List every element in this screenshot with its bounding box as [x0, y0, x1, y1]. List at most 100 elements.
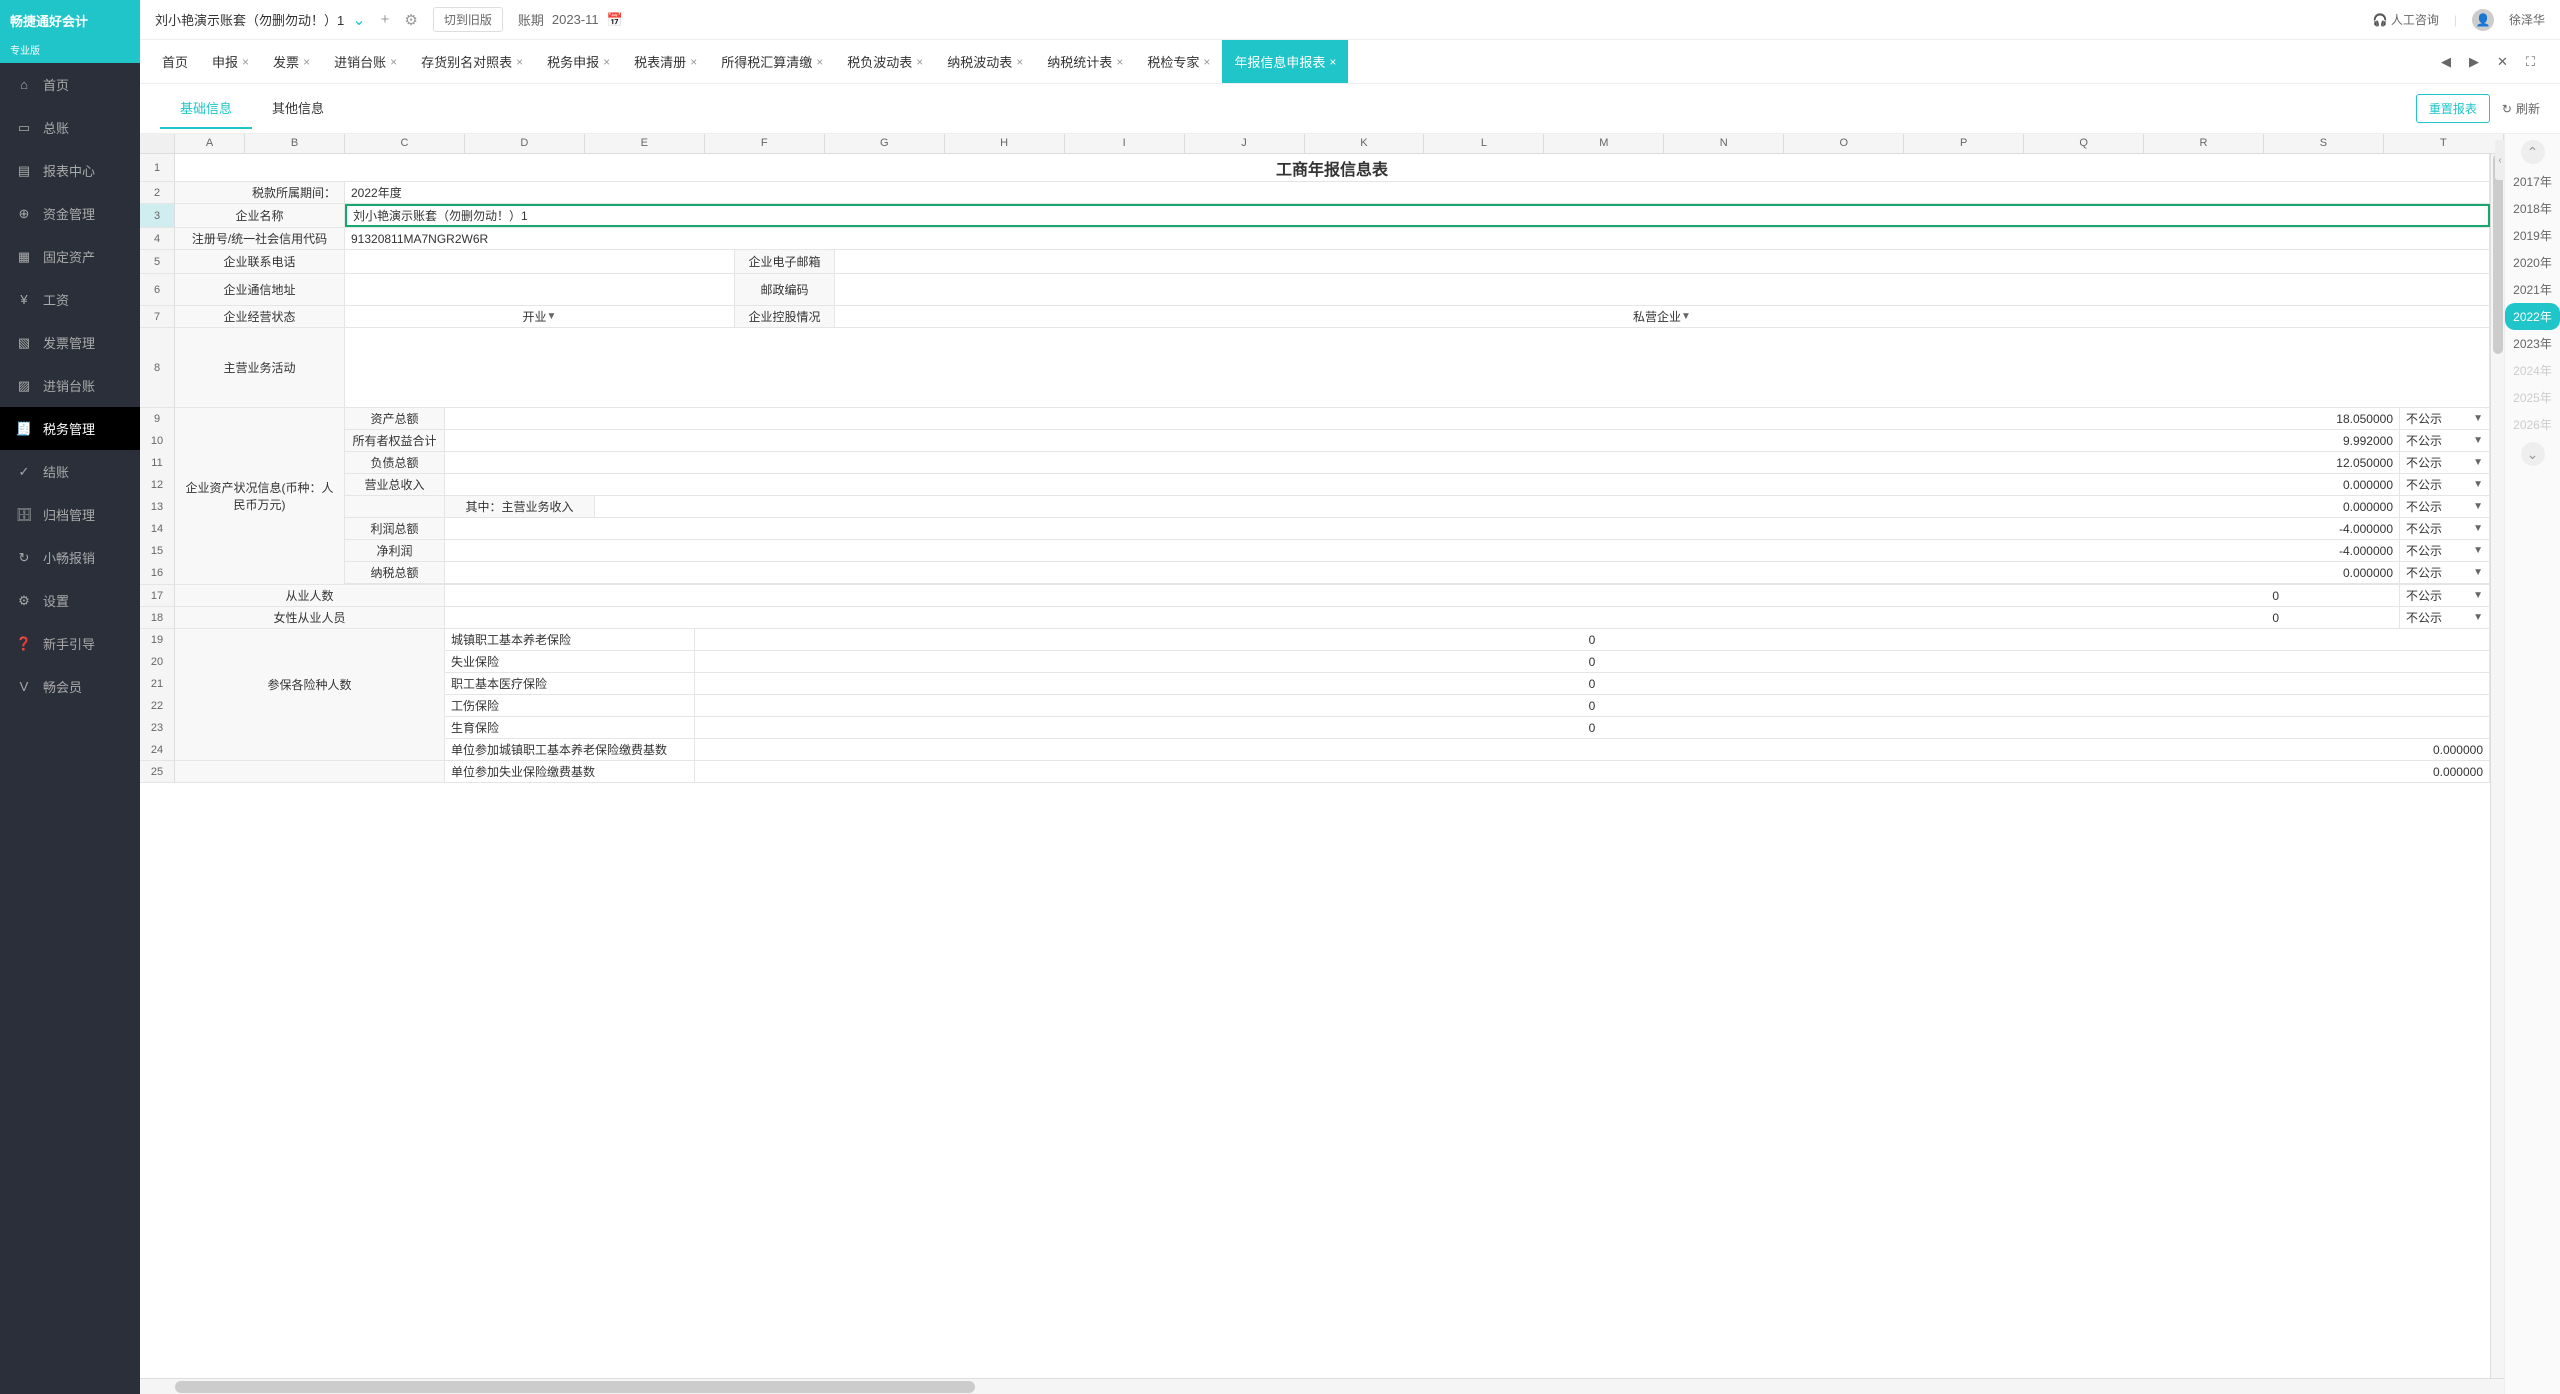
close-icon[interactable]: ×	[816, 55, 823, 69]
value-cell[interactable]: 18.050000	[445, 408, 2400, 429]
row-header[interactable]: 13	[140, 496, 175, 518]
plus-icon[interactable]: +	[381, 11, 390, 28]
row-header[interactable]: 3	[140, 204, 175, 227]
tab-2[interactable]: 发票×	[261, 40, 322, 84]
tab-12[interactable]: 年报信息申报表×	[1222, 40, 1348, 84]
year-down-button[interactable]: ⌄	[2521, 442, 2545, 466]
value-cell[interactable]: 0	[695, 673, 2490, 694]
nav-item-5[interactable]: ¥工资	[0, 278, 140, 321]
col-header[interactable]: E	[585, 134, 705, 153]
close-icon[interactable]: ×	[690, 55, 697, 69]
tab-4[interactable]: 存货别名对照表×	[409, 40, 535, 84]
row-header[interactable]: 19	[140, 629, 175, 651]
support-link[interactable]: 🎧 人工咨询	[2373, 11, 2439, 28]
spreadsheet-body[interactable]: 1 工商年报信息表 2 税款所属期间：2022年度 3 企业名称刘小艳演示账套（…	[140, 154, 2490, 1378]
year-item[interactable]: 2018年	[2505, 195, 2560, 222]
col-header[interactable]: P	[1904, 134, 2024, 153]
row-header[interactable]: 14	[140, 518, 175, 540]
row-header[interactable]: 16	[140, 562, 175, 584]
row-header[interactable]: 2	[140, 182, 175, 203]
row-header[interactable]: 22	[140, 695, 175, 717]
nav-item-3[interactable]: ⊕资金管理	[0, 192, 140, 235]
row-header[interactable]: 7	[140, 306, 175, 327]
publicity-dropdown[interactable]: 不公示▼	[2400, 518, 2490, 539]
sub-tab-1[interactable]: 其他信息	[252, 88, 344, 129]
value-cell[interactable]	[835, 250, 2490, 273]
value-cell[interactable]: 0.000000	[445, 562, 2400, 583]
value-cell[interactable]: 0	[445, 607, 2400, 628]
close-icon[interactable]: ×	[303, 55, 310, 69]
tab-next-button[interactable]: ▶	[2464, 52, 2484, 72]
col-header[interactable]: L	[1424, 134, 1544, 153]
close-icon[interactable]: ×	[1016, 55, 1023, 69]
close-icon[interactable]: ×	[1116, 55, 1123, 69]
publicity-dropdown[interactable]: 不公示▼	[2400, 607, 2490, 628]
row-header[interactable]: 18	[140, 607, 175, 628]
row-header[interactable]: 11	[140, 452, 175, 474]
row-header[interactable]: 20	[140, 651, 175, 673]
row-header[interactable]: 21	[140, 673, 175, 695]
nav-item-6[interactable]: ▧发票管理	[0, 321, 140, 364]
nav-item-9[interactable]: ✓结账	[0, 450, 140, 493]
value-cell[interactable]: 0	[695, 717, 2490, 738]
row-header[interactable]: 1	[140, 154, 175, 181]
close-icon[interactable]: ×	[1329, 55, 1336, 69]
value-cell[interactable]: 0.000000	[445, 474, 2400, 495]
value-cell[interactable]: 0	[445, 585, 2400, 606]
tab-3[interactable]: 进销台账×	[322, 40, 409, 84]
year-item[interactable]: 2020年	[2505, 249, 2560, 276]
nav-item-1[interactable]: ▭总账	[0, 106, 140, 149]
row-header[interactable]: 25	[140, 761, 175, 782]
close-icon[interactable]: ×	[242, 55, 249, 69]
col-header[interactable]: M	[1544, 134, 1664, 153]
nav-item-10[interactable]: 🗄归档管理	[0, 493, 140, 536]
sub-tab-0[interactable]: 基础信息	[160, 88, 252, 129]
close-icon[interactable]: ×	[516, 55, 523, 69]
username[interactable]: 徐泽华	[2509, 11, 2545, 28]
publicity-dropdown[interactable]: 不公示▼	[2400, 496, 2490, 517]
publicity-dropdown[interactable]: 不公示▼	[2400, 408, 2490, 429]
year-item[interactable]: 2021年	[2505, 276, 2560, 303]
row-header[interactable]: 9	[140, 408, 175, 430]
year-item[interactable]: 2019年	[2505, 222, 2560, 249]
tab-11[interactable]: 税检专家×	[1135, 40, 1222, 84]
nav-item-2[interactable]: ▤报表中心	[0, 149, 140, 192]
row-header[interactable]: 15	[140, 540, 175, 562]
value-cell[interactable]	[345, 328, 2490, 407]
publicity-dropdown[interactable]: 不公示▼	[2400, 585, 2490, 606]
row-header[interactable]: 6	[140, 274, 175, 305]
tab-0[interactable]: 首页	[150, 40, 200, 84]
value-cell[interactable]: 0.000000	[595, 496, 2400, 517]
col-header[interactable]: G	[825, 134, 945, 153]
nav-item-8[interactable]: 🧾税务管理	[0, 407, 140, 450]
col-header[interactable]: C	[345, 134, 465, 153]
col-header[interactable]: S	[2264, 134, 2384, 153]
close-icon[interactable]: ×	[390, 55, 397, 69]
reset-button[interactable]: 重置报表	[2416, 94, 2490, 123]
col-header[interactable]: R	[2144, 134, 2264, 153]
value-cell[interactable]: 9.992000	[445, 430, 2400, 451]
fullscreen-button[interactable]: ⛶	[2521, 52, 2540, 72]
col-header[interactable]: N	[1664, 134, 1784, 153]
value-cell[interactable]: 0	[695, 695, 2490, 716]
col-header[interactable]: J	[1185, 134, 1305, 153]
year-up-button[interactable]: ⌃	[2521, 140, 2545, 164]
value-cell[interactable]: 91320811MA7NGR2W6R	[345, 228, 2490, 249]
horizontal-scrollbar[interactable]	[140, 1378, 2504, 1394]
value-cell[interactable]: -4.000000	[445, 518, 2400, 539]
tab-1[interactable]: 申报×	[200, 40, 261, 84]
panel-toggle[interactable]: ‹	[2495, 140, 2505, 180]
value-cell[interactable]	[345, 274, 735, 305]
col-header[interactable]: O	[1784, 134, 1904, 153]
year-item[interactable]: 2022年	[2505, 303, 2560, 330]
close-icon[interactable]: ×	[1203, 55, 1210, 69]
col-header[interactable]: F	[705, 134, 825, 153]
close-icon[interactable]: ×	[916, 55, 923, 69]
tab-10[interactable]: 纳税统计表×	[1035, 40, 1135, 84]
value-cell[interactable]: -4.000000	[445, 540, 2400, 561]
row-header[interactable]: 12	[140, 474, 175, 496]
nav-item-4[interactable]: ▦固定资产	[0, 235, 140, 278]
account-selector[interactable]: 刘小艳演示账套（勿删勿动！）1 ⌄	[155, 10, 366, 30]
nav-item-14[interactable]: V畅会员	[0, 665, 140, 708]
col-header[interactable]: I	[1065, 134, 1185, 153]
